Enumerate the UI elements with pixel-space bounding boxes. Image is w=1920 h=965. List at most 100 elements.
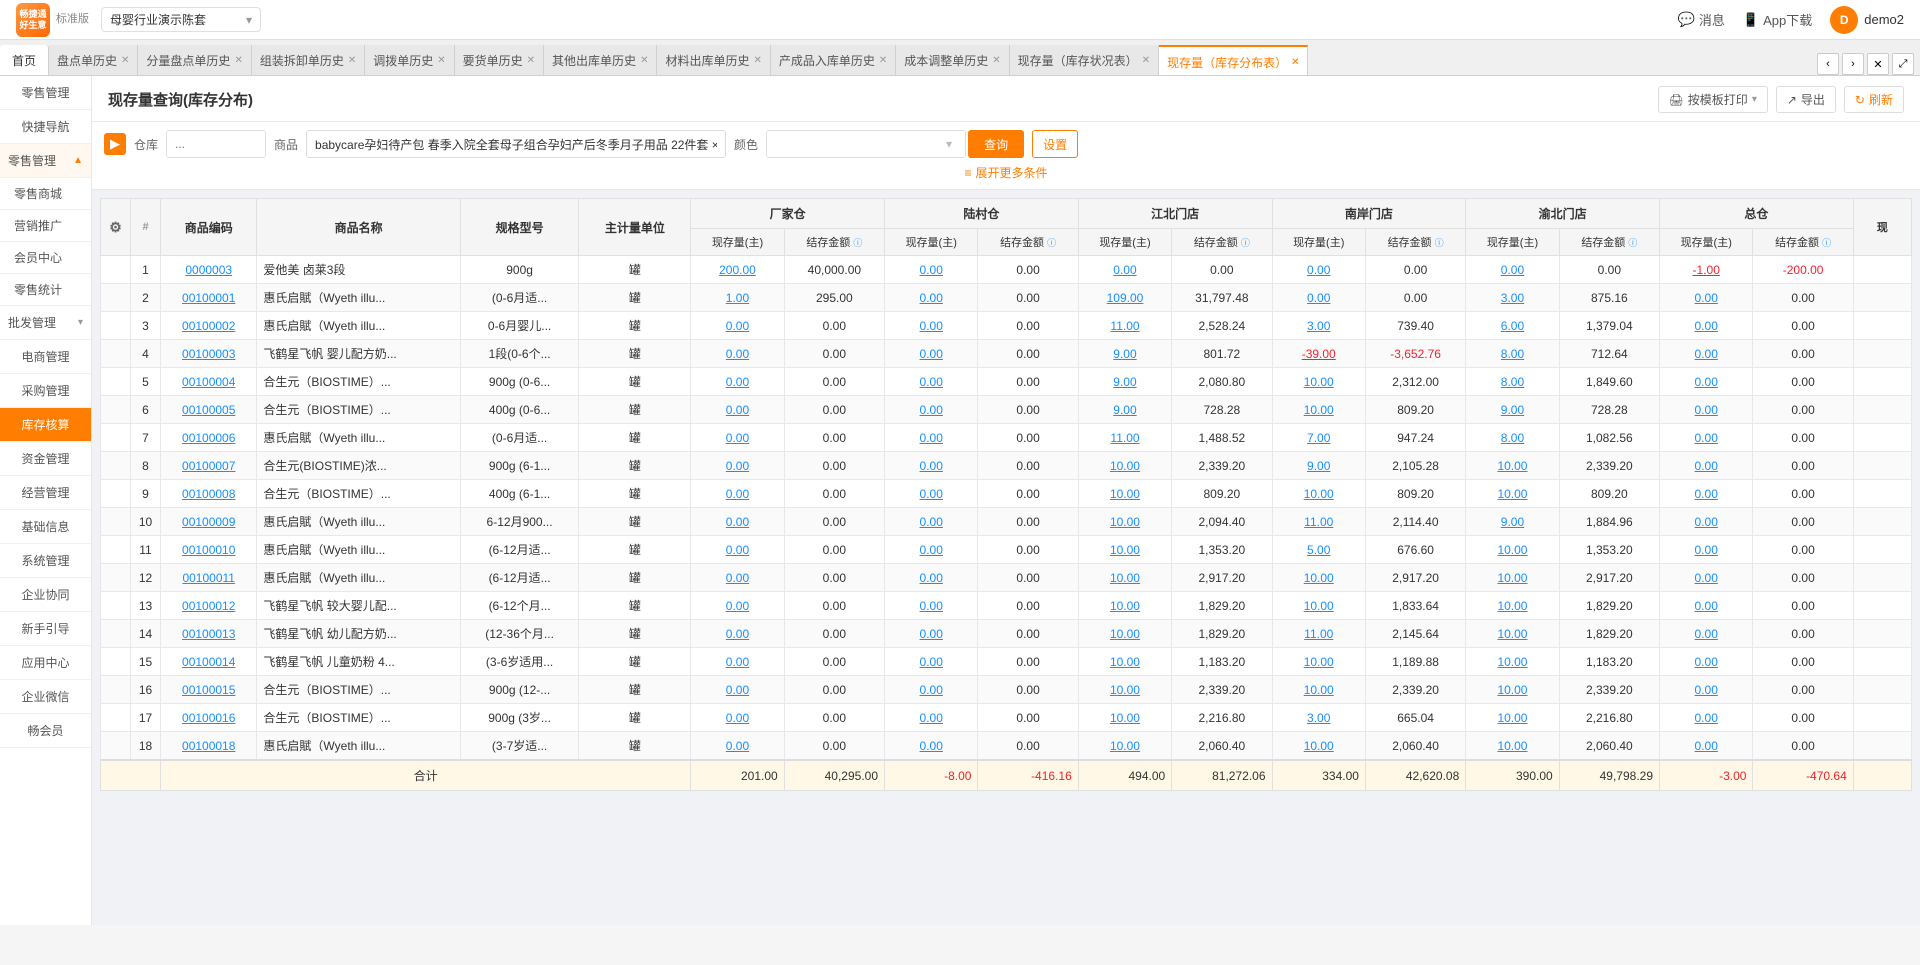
collapse-icon: ▾ [78, 317, 83, 328]
sidebar-item-retail[interactable]: 零售管理 ▲ [0, 144, 91, 178]
export-icon: ↗ [1787, 93, 1797, 107]
sidebar-item-system[interactable]: 系统管理 [0, 544, 91, 578]
tab-xiancun1[interactable]: 现存量（库存状况表） ✕ [1010, 45, 1159, 75]
th-lucun-qty: 现存量(主) [885, 229, 978, 256]
warehouse-input[interactable] [166, 130, 266, 158]
filter-arrow-btn[interactable]: ▶ [104, 133, 126, 155]
color-dropdown-icon[interactable]: ▾ [946, 137, 952, 151]
sidebar-item-wholesale[interactable]: 批发管理 ▾ [0, 306, 91, 340]
sidebar-item-retail-stats[interactable]: 零售统计 [0, 274, 91, 306]
th-yubei-amt: 结存金额 ⓘ [1559, 229, 1659, 256]
tab-cailiao[interactable]: 材料出库单历史 ✕ [657, 45, 770, 75]
tab-close-icon[interactable]: ✕ [437, 55, 445, 66]
table-row: 1200100011惠氏启賦（Wyeth illu...(6-12月适...罐0… [101, 564, 1912, 592]
sidebar-item-member[interactable]: 会员中心 [0, 242, 91, 274]
sidebar-item-finance[interactable]: 资金管理 [0, 442, 91, 476]
sidebar-item-wechat[interactable]: 企业微信 [0, 680, 91, 714]
warehouse-label: 仓库 [134, 136, 158, 153]
query-btn[interactable]: 查询 [968, 130, 1024, 158]
th-changjiacao: 厂家仓 [691, 199, 885, 229]
refresh-icon: ↻ [1855, 93, 1865, 107]
th-settings[interactable]: ⚙ [101, 199, 131, 256]
app-download-btn[interactable]: 📱 App下载 [1743, 10, 1812, 29]
sidebar-item-guide[interactable]: 新手引导 [0, 612, 91, 646]
color-input[interactable] [766, 130, 966, 158]
sidebar-item-marketing[interactable]: 营销推广 [0, 210, 91, 242]
topbar: 畅捷通好生意 标准版 母婴行业演示陈套 ▾ 💬 消息 📱 App下载 D dem… [0, 0, 1920, 40]
tab-chengben[interactable]: 成本调整单历史 ✕ [896, 45, 1009, 75]
tab-close-icon[interactable]: ✕ [753, 55, 761, 66]
industry-selector[interactable]: 母婴行业演示陈套 ▾ [101, 7, 261, 32]
tab-expand-btn[interactable]: ⤢ [1892, 53, 1914, 75]
sidebar-item-shortcut[interactable]: 快捷导航 [0, 110, 91, 144]
th-jiangbei-qty: 现存量(主) [1078, 229, 1171, 256]
tab-close-icon[interactable]: ✕ [1291, 57, 1299, 68]
tab-xiancun2-active[interactable]: 现存量（库存分布表） ✕ [1159, 45, 1308, 76]
color-label: 颜色 [734, 136, 758, 153]
tab-chuku[interactable]: 其他出库单历史 ✕ [544, 45, 657, 75]
sidebar-item-inventory[interactable]: 库存核算 [0, 408, 91, 442]
tab-zuzhang[interactable]: 组装拆卸单历史 ✕ [252, 45, 365, 75]
th-nanan-qty: 现存量(主) [1272, 229, 1365, 256]
product-label: 商品 [274, 136, 298, 153]
user-area[interactable]: D demo2 [1830, 6, 1904, 34]
th-changjiacao-qty: 现存量(主) [691, 229, 784, 256]
sidebar-item-ecommerce[interactable]: 电商管理 [0, 340, 91, 374]
th-nanan-amt: 结存金额 ⓘ [1365, 229, 1465, 256]
tab-pandian[interactable]: 盘点单历史 ✕ [49, 45, 138, 75]
sidebar-item-collab[interactable]: 企业协同 [0, 578, 91, 612]
tab-next-btn[interactable]: › [1842, 53, 1864, 75]
print-btn[interactable]: 🖨 按模板打印 ▾ [1658, 86, 1768, 113]
avatar: D [1830, 6, 1858, 34]
th-current: 现 [1853, 199, 1911, 256]
table-row: 200100001惠氏启賦（Wyeth illu...(0-6月适...罐1.0… [101, 284, 1912, 312]
th-changjiacao-amt: 结存金额 ⓘ [784, 229, 884, 256]
table-row: 1600100015合生元（BIOSTIME）...900g (12-...罐0… [101, 676, 1912, 704]
sidebar-item-purchase[interactable]: 采购管理 [0, 374, 91, 408]
tab-close-icon[interactable]: ✕ [527, 55, 535, 66]
expand-conditions-btn[interactable]: ≡ 展开更多条件 [964, 164, 1047, 181]
message-btn[interactable]: 💬 消息 [1677, 10, 1724, 29]
tab-close-all-btn[interactable]: ✕ [1867, 53, 1889, 75]
export-btn[interactable]: ↗ 导出 [1776, 86, 1836, 113]
print-icon: 🖨 [1669, 93, 1684, 107]
total-row: 合计201.0040,295.00-8.00-416.16494.0081,27… [101, 760, 1912, 791]
th-unit: 主计量单位 [579, 199, 691, 256]
tab-close-icon[interactable]: ✕ [234, 55, 242, 66]
sidebar-item-apps[interactable]: 应用中心 [0, 646, 91, 680]
refresh-btn[interactable]: ↻ 刷新 [1844, 86, 1904, 113]
table-container[interactable]: ⚙ # 商品编码 商品名称 规格型号 主计量单位 厂家仓 陆村仓 江北门店 南岸… [92, 190, 1920, 925]
th-total-qty: 现存量(主) [1660, 229, 1753, 256]
table-row: 700100006惠氏启賦（Wyeth illu...(0-6月适...罐0.0… [101, 424, 1912, 452]
tab-home[interactable]: 首页 [0, 45, 49, 75]
th-yubei: 渝北门店 [1466, 199, 1660, 229]
setting-btn[interactable]: 设置 [1032, 130, 1078, 158]
tab-prev-btn[interactable]: ‹ [1817, 53, 1839, 75]
sidebar: 零售管理 快捷导航 零售管理 ▲ 零售商城 营销推广 会员中心 零售统计 批发管… [0, 76, 92, 925]
tab-close-icon[interactable]: ✕ [992, 55, 1000, 66]
tab-chengpin[interactable]: 产成品入库单历史 ✕ [771, 45, 896, 75]
table-row: 1000100009惠氏启賦（Wyeth illu...6-12月900...罐… [101, 508, 1912, 536]
sidebar-item-retail-store[interactable]: 零售商城 [0, 178, 91, 210]
table-row: 1800100018惠氏启賦（Wyeth illu...(3-7岁适...罐0.… [101, 732, 1912, 761]
table-row: 10000003爱他美 卤莱3段900g罐200.0040,000.000.00… [101, 256, 1912, 284]
tab-close-icon[interactable]: ✕ [640, 55, 648, 66]
table-row: 1300100012飞鹤星飞帆 较大婴儿配...(6-12个月...罐0.000… [101, 592, 1912, 620]
tab-close-icon[interactable]: ✕ [1142, 55, 1150, 66]
sidebar-item-search[interactable]: 零售管理 [0, 76, 91, 110]
filter-bar: ▶ 仓库 商品 颜色 ▾ 查询 设置 ≡ 展开更多条件 [92, 122, 1920, 190]
table-row: 800100007合生元(BIOSTIME)浓...900g (6-1...罐0… [101, 452, 1912, 480]
sidebar-item-basic[interactable]: 基础信息 [0, 510, 91, 544]
sidebar-item-operation[interactable]: 经营管理 [0, 476, 91, 510]
tab-fenliang[interactable]: 分量盘点单历史 ✕ [138, 45, 251, 75]
tab-close-icon[interactable]: ✕ [879, 55, 887, 66]
tab-close-icon[interactable]: ✕ [348, 55, 356, 66]
product-input[interactable] [306, 130, 726, 158]
tab-close-icon[interactable]: ✕ [121, 55, 129, 66]
expand-icon: ≡ [964, 166, 971, 180]
th-lucun: 陆村仓 [885, 199, 1079, 229]
tab-diaob[interactable]: 调拨单历史 ✕ [365, 45, 454, 75]
tab-yaohuo[interactable]: 要货单历史 ✕ [455, 45, 544, 75]
sidebar-item-vip[interactable]: 畅会员 [0, 714, 91, 748]
logo-icon: 畅捷通好生意 [16, 3, 50, 37]
